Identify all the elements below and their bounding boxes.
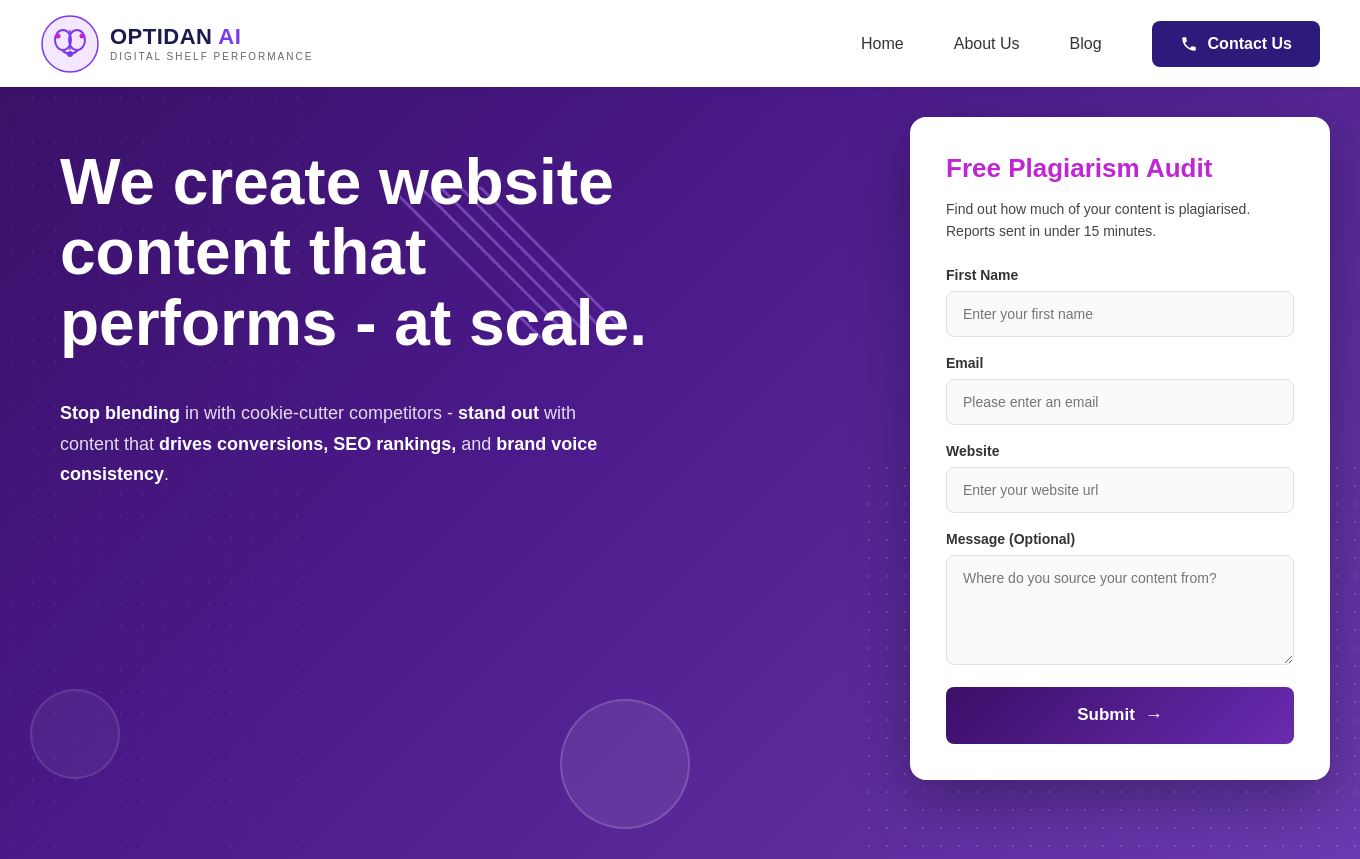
website-input[interactable] xyxy=(946,467,1294,513)
first-name-label: First Name xyxy=(946,267,1294,283)
website-label: Website xyxy=(946,443,1294,459)
navbar: OPTIDAN AI DIGITAL SHELF PERFORMANCE Hom… xyxy=(0,0,1360,87)
logo-tagline: DIGITAL SHELF PERFORMANCE xyxy=(110,51,313,63)
hero-bold-5: drives conversions, SEO rankings, xyxy=(159,434,456,454)
logo-name: OPTIDAN AI xyxy=(110,24,313,50)
first-name-group: First Name xyxy=(946,267,1294,337)
nav-about[interactable]: About Us xyxy=(954,35,1020,53)
nav-contact-button[interactable]: Contact Us xyxy=(1152,21,1320,67)
nav-home[interactable]: Home xyxy=(861,35,904,53)
message-label: Message (Optional) xyxy=(946,531,1294,547)
email-input[interactable] xyxy=(946,379,1294,425)
svg-point-5 xyxy=(80,33,85,38)
hero-text-2: in with cookie-cutter competitors - xyxy=(180,403,458,423)
message-textarea[interactable] xyxy=(946,555,1294,665)
hero-section: We create website content that performs … xyxy=(0,87,1360,859)
submit-label: Submit xyxy=(1077,705,1135,725)
logo-icon xyxy=(40,14,100,74)
message-group: Message (Optional) xyxy=(946,531,1294,669)
audit-form-card: Free Plagiarism Audit Find out how much … xyxy=(910,117,1330,780)
submit-button[interactable]: Submit → xyxy=(946,687,1294,744)
hero-content: We create website content that performs … xyxy=(60,147,700,490)
website-group: Website xyxy=(946,443,1294,513)
first-name-input[interactable] xyxy=(946,291,1294,337)
svg-point-4 xyxy=(56,33,61,38)
hero-text-6: and xyxy=(456,434,496,454)
circle-decoration-2 xyxy=(30,689,120,779)
logo: OPTIDAN AI DIGITAL SHELF PERFORMANCE xyxy=(40,14,313,74)
phone-icon xyxy=(1180,35,1198,53)
email-label: Email xyxy=(946,355,1294,371)
form-title: Free Plagiarism Audit xyxy=(946,153,1294,184)
hero-bold-1: Stop blending xyxy=(60,403,180,423)
circle-decoration-1 xyxy=(560,699,690,829)
logo-text: OPTIDAN AI DIGITAL SHELF PERFORMANCE xyxy=(110,24,313,62)
hero-bold-3: stand out xyxy=(458,403,539,423)
hero-headline: We create website content that performs … xyxy=(60,147,700,358)
form-subtitle: Find out how much of your content is pla… xyxy=(946,198,1294,243)
email-group: Email xyxy=(946,355,1294,425)
hero-text-8: . xyxy=(164,464,169,484)
arrow-icon: → xyxy=(1145,705,1163,726)
nav-blog[interactable]: Blog xyxy=(1070,35,1102,53)
hero-body: Stop blending in with cookie-cutter comp… xyxy=(60,398,620,490)
nav-links: Home About Us Blog Contact Us xyxy=(861,21,1320,67)
